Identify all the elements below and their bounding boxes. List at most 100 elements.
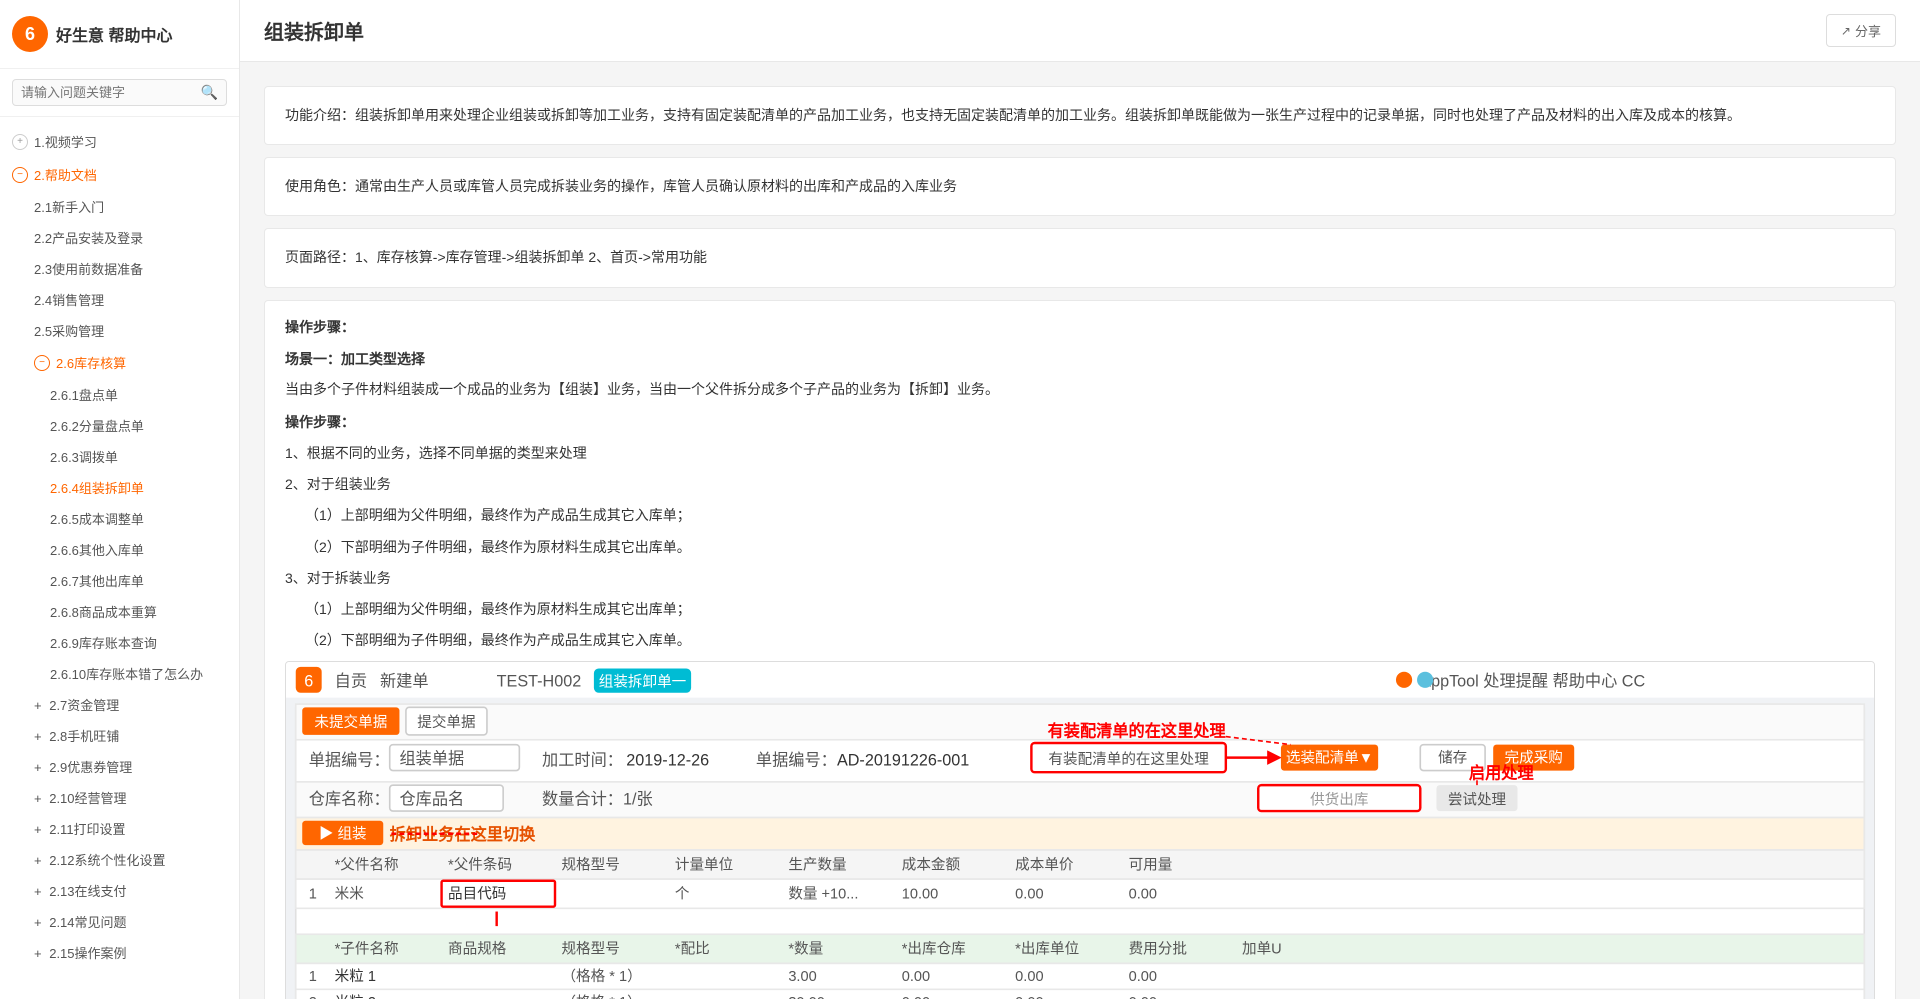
path-text: 页面路径：1、库存核算->库存管理->组装拆卸单 2、首页->常用功能 — [285, 249, 707, 265]
role-box: 使用角色：通常由生产人员或库管人员完成拆装业务的操作，库管人员确认原材料的出库和… — [264, 157, 1896, 216]
sidebar-item-2-12[interactable]: + 2.12系统个性化设置 — [0, 844, 239, 875]
search-box[interactable]: 🔍 — [12, 79, 227, 106]
svg-text:*出库仓库: *出库仓库 — [902, 941, 966, 958]
ops-heading: 操作步骤： — [285, 317, 1875, 337]
sidebar-item-2-5[interactable]: 2.5采购管理 — [0, 315, 239, 346]
scenario1-desc: 当由多个子件材料组装成一个成品的业务为【组装】业务，当由一个父件拆分成多个子产品… — [285, 377, 1875, 402]
step3-sub2: （2）下部明细为子件明细，最终作为产成品生成其它入库单。 — [305, 628, 1875, 653]
main-content: 组装拆卸单 ↗ 分享 功能介绍：组装拆卸单用来处理企业组装或拆卸等加工业务，支持… — [240, 0, 1920, 999]
page-title: 组装拆卸单 — [264, 16, 364, 45]
sidebar-item-2-4[interactable]: 2.4销售管理 — [0, 284, 239, 315]
svg-text:成本单价: 成本单价 — [1015, 857, 1074, 874]
share-button[interactable]: ↗ 分享 — [1826, 14, 1896, 47]
svg-text:生产数量: 生产数量 — [788, 857, 846, 874]
share-icon: ↗ — [1841, 24, 1851, 38]
svg-text:*数量: *数量 — [788, 941, 823, 958]
svg-text:（格格 * 1）: （格格 * 1） — [561, 968, 641, 985]
svg-text:有装配清单的在这里处理: 有装配清单的在这里处理 — [1048, 751, 1209, 768]
sidebar-item-2-6-2[interactable]: 2.6.2分量盘点单 — [0, 410, 239, 441]
sidebar-item-2-7[interactable]: + 2.7资金管理 — [0, 689, 239, 720]
screenshot-image: 6 自贡 新建单 TEST-H002 组装拆卸单一 AppTool 处理提醒 帮… — [285, 661, 1875, 999]
intro-box: 功能介绍：组装拆卸单用来处理企业组装或拆卸等加工业务，支持有固定装配清单的产品加… — [264, 86, 1896, 145]
sidebar-item-2-6-3[interactable]: 2.6.3调拨单 — [0, 441, 239, 472]
sidebar-item-2[interactable]: − 2.帮助文档 — [0, 158, 239, 191]
svg-text:费用分批: 费用分批 — [1129, 941, 1187, 958]
sidebar-item-2-14[interactable]: + 2.14常见问题 — [0, 906, 239, 937]
svg-text:未提交单据: 未提交单据 — [314, 713, 387, 731]
search-input[interactable] — [21, 85, 201, 100]
ops-section: 操作步骤： 场景一：加工类型选择 当由多个子件材料组装成一个成品的业务为【组装】… — [264, 300, 1896, 999]
expand-icon-2-10: + — [34, 791, 42, 806]
svg-text:0.00: 0.00 — [1015, 887, 1043, 903]
step1: 1、根据不同的业务，选择不同单据的类型来处理 — [285, 441, 1875, 466]
svg-text:选装配清单▼: 选装配清单▼ — [1286, 750, 1373, 767]
sidebar-item-2-10[interactable]: + 2.10经营管理 — [0, 782, 239, 813]
svg-text:尝试处理: 尝试处理 — [1448, 792, 1507, 809]
svg-text:商品规格: 商品规格 — [448, 941, 507, 958]
sidebar-item-2-6-1[interactable]: 2.6.1盘点单 — [0, 379, 239, 410]
sidebar-item-2-1[interactable]: 2.1新手入门 — [0, 191, 239, 222]
search-icon[interactable]: 🔍 — [201, 84, 218, 101]
svg-text:规格型号: 规格型号 — [561, 857, 619, 874]
steps-list: 操作步骤： 1、根据不同的业务，选择不同单据的类型来处理 2、对于组装业务 （1… — [285, 410, 1875, 654]
sidebar-item-2-6-10[interactable]: 2.6.10库存账本错了怎么办 — [0, 658, 239, 689]
svg-text:新建单: 新建单 — [380, 673, 429, 691]
app-name: 好生意 帮助中心 — [56, 22, 172, 46]
sidebar-item-2-2[interactable]: 2.2产品安装及登录 — [0, 222, 239, 253]
nav-tree: + 1.视频学习 − 2.帮助文档 2.1新手入门 2.2产品安装及登录 2.3… — [0, 117, 239, 999]
svg-text:10.00: 10.00 — [902, 887, 938, 903]
svg-text:3.00: 3.00 — [788, 969, 816, 985]
sidebar-item-2-9[interactable]: + 2.9优惠券管理 — [0, 751, 239, 782]
svg-text:有装配清单的在这里处理: 有装配清单的在这里处理 — [1048, 722, 1226, 741]
sidebar-item-2-6-6[interactable]: 2.6.6其他入库单 — [0, 534, 239, 565]
sidebar-item-2-6-7[interactable]: 2.6.7其他出库单 — [0, 565, 239, 596]
svg-text:自贡: 自贡 — [335, 673, 367, 691]
expand-icon-2-12: + — [34, 853, 42, 868]
svg-text:米米: 米米 — [335, 886, 365, 903]
svg-text:数量合计：1/张: 数量合计：1/张 — [542, 791, 653, 809]
sidebar-item-2-6-4[interactable]: 2.6.4组装拆卸单 — [0, 472, 239, 503]
sidebar-item-2-6-5[interactable]: 2.6.5成本调整单 — [0, 503, 239, 534]
expand-icon-2-13: + — [34, 884, 42, 899]
sidebar-item-2-3[interactable]: 2.3使用前数据准备 — [0, 253, 239, 284]
ops-steps-title: 操作步骤： — [285, 410, 1875, 435]
svg-text:数量 +10...: 数量 +10... — [788, 886, 858, 903]
sidebar-item-2-8[interactable]: + 2.8手机旺铺 — [0, 720, 239, 751]
logo-area: 6 好生意 帮助中心 — [0, 0, 239, 69]
sidebar: 6 好生意 帮助中心 🔍 + 1.视频学习 − 2.帮助文档 2.1新手入门 2… — [0, 0, 240, 999]
svg-text:可用量: 可用量 — [1129, 858, 1173, 874]
sidebar-item-2-6-8[interactable]: 2.6.8商品成本重算 — [0, 596, 239, 627]
svg-text:供货出库: 供货出库 — [1310, 792, 1368, 809]
svg-text:2019-12-26: 2019-12-26 — [626, 752, 709, 770]
svg-text:仓库品名: 仓库品名 — [399, 791, 464, 809]
svg-text:启用处理: 启用处理 — [1469, 764, 1534, 783]
svg-text:1: 1 — [309, 969, 317, 985]
svg-text:▶ 组装: ▶ 组装 — [319, 826, 367, 843]
sidebar-item-2-15[interactable]: + 2.15操作案例 — [0, 937, 239, 968]
sidebar-item-2-11[interactable]: + 2.11打印设置 — [0, 813, 239, 844]
svg-text:品目代码: 品目代码 — [448, 886, 506, 903]
sidebar-item-2-6-9[interactable]: 2.6.9库存账本查询 — [0, 627, 239, 658]
sidebar-item-2-6[interactable]: − 2.6库存核算 — [0, 346, 239, 379]
app-logo: 6 — [12, 16, 48, 52]
svg-text:加工时间：: 加工时间： — [542, 752, 623, 770]
svg-text:（格格 * 1）: （格格 * 1） — [561, 994, 641, 999]
svg-text:0.00: 0.00 — [1129, 969, 1157, 985]
expand-icon-2-11: + — [34, 822, 42, 837]
svg-text:米粒 2: 米粒 2 — [335, 994, 376, 999]
svg-text:0.00: 0.00 — [1129, 995, 1157, 999]
collapse-icon-2-6: − — [34, 355, 50, 371]
sidebar-item-2-13[interactable]: + 2.13在线支付 — [0, 875, 239, 906]
svg-text:30.00: 30.00 — [788, 995, 824, 999]
step2: 2、对于组装业务 — [285, 472, 1875, 497]
step2-sub2: （2）下部明细为子件明细，最终作为原材料生成其它出库单。 — [305, 535, 1875, 560]
sidebar-item-1[interactable]: + 1.视频学习 — [0, 125, 239, 158]
scenario1-title: 场景一：加工类型选择 — [285, 349, 1875, 369]
svg-text:加单U: 加单U — [1242, 941, 1282, 958]
svg-text:0.00: 0.00 — [1015, 969, 1043, 985]
svg-text:2: 2 — [309, 995, 317, 999]
svg-text:1: 1 — [309, 887, 317, 903]
expand-icon-1: + — [12, 134, 28, 150]
svg-text:0.00: 0.00 — [1015, 995, 1043, 999]
svg-text:储存: 储存 — [1438, 750, 1467, 767]
